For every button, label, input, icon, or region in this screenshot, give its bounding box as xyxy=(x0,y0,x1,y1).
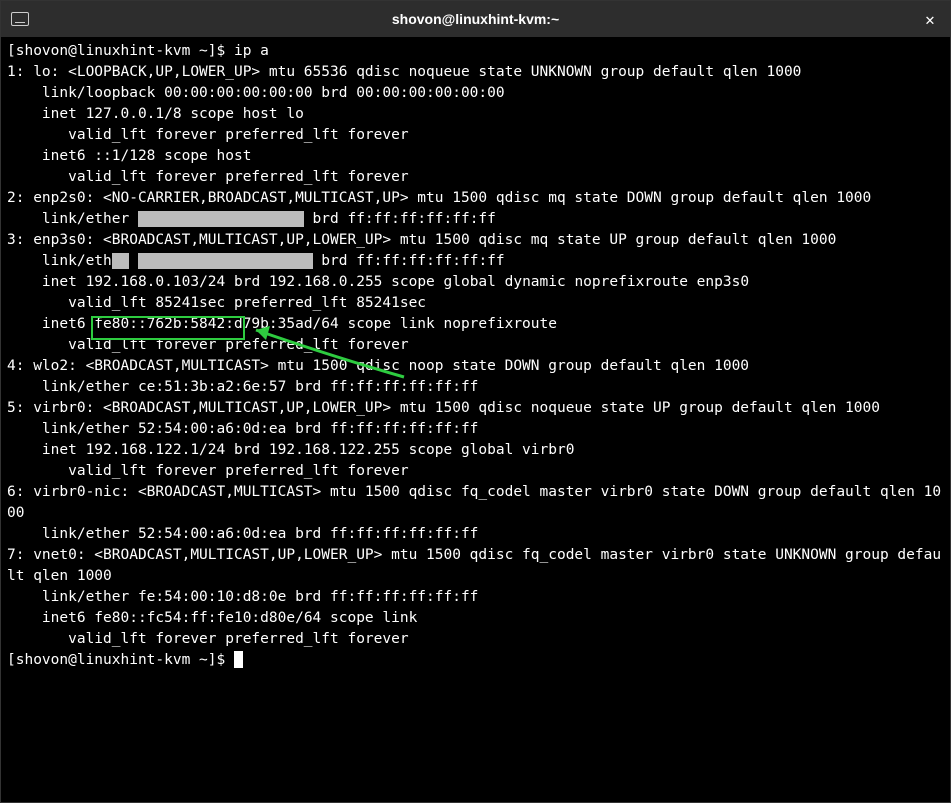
output-line: link/ether ce:51:3b:a2:6e:57 brd ff:ff:f… xyxy=(7,379,478,395)
highlighted-ip: 192.168.0.103/24 xyxy=(86,274,226,290)
window-title: shovon@linuxhint-kvm:~ xyxy=(392,11,559,27)
output-line: valid_lft forever preferred_lft forever xyxy=(7,127,409,143)
output-line: link/ether 52:54:00:a6:0d:ea brd ff:ff:f… xyxy=(7,526,478,542)
output-line: brd ff:ff:ff:ff:ff:ff xyxy=(313,253,505,269)
output-line: link/eth xyxy=(7,253,112,269)
output-line: valid_lft 85241sec preferred_lft 85241se… xyxy=(7,295,426,311)
output-line: brd ff:ff:ff:ff:ff:ff xyxy=(304,211,496,227)
output-line: 3: enp3s0: <BROADCAST,MULTICAST,UP,LOWER… xyxy=(7,232,836,248)
cursor xyxy=(234,651,243,668)
close-button[interactable]: ✕ xyxy=(920,9,940,29)
prompt: [shovon@linuxhint-kvm ~]$ xyxy=(7,43,234,59)
output-line: link/loopback 00:00:00:00:00:00 brd 00:0… xyxy=(7,85,505,101)
output-line: 4: wlo2: <BROADCAST,MULTICAST> mtu 1500 … xyxy=(7,358,749,374)
output-line: valid_lft forever preferred_lft forever xyxy=(7,337,409,353)
output-line: 7: vnet0: <BROADCAST,MULTICAST,UP,LOWER_… xyxy=(7,547,941,584)
output-line: inet xyxy=(7,274,86,290)
prompt: [shovon@linuxhint-kvm ~]$ xyxy=(7,652,234,668)
redacted-mac xyxy=(138,253,313,269)
command: ip a xyxy=(234,43,269,59)
output-line: link/ether fe:54:00:10:d8:0e brd ff:ff:f… xyxy=(7,589,478,605)
output-line: valid_lft forever preferred_lft forever xyxy=(7,463,409,479)
redacted-mac xyxy=(138,211,304,227)
output-line: inet6 ::1/128 scope host xyxy=(7,148,260,164)
redacted-mac xyxy=(112,253,129,269)
output-line: link/ether 52:54:00:a6:0d:ea brd ff:ff:f… xyxy=(7,421,478,437)
output-line: valid_lft forever preferred_lft forever xyxy=(7,169,409,185)
output-line: inet6 fe80::762b:5842:d79b:35ad/64 scope… xyxy=(7,316,566,332)
output-line: 5: virbr0: <BROADCAST,MULTICAST,UP,LOWER… xyxy=(7,400,880,416)
output-line: brd 192.168.0.255 scope global dynamic n… xyxy=(225,274,749,290)
terminal-body[interactable]: [shovon@linuxhint-kvm ~]$ ip a 1: lo: <L… xyxy=(1,37,950,802)
output-line: 1: lo: <LOOPBACK,UP,LOWER_UP> mtu 65536 … xyxy=(7,64,801,80)
output-line: link/ether xyxy=(7,211,138,227)
terminal-icon xyxy=(11,12,29,26)
output-line: 2: enp2s0: <NO-CARRIER,BROADCAST,MULTICA… xyxy=(7,190,871,206)
output-line: inet6 fe80::fc54:ff:fe10:d80e/64 scope l… xyxy=(7,610,426,626)
terminal-window: shovon@linuxhint-kvm:~ ✕ [shovon@linuxhi… xyxy=(0,0,951,803)
output-line: valid_lft forever preferred_lft forever xyxy=(7,631,409,647)
titlebar: shovon@linuxhint-kvm:~ ✕ xyxy=(1,1,950,37)
output-line: inet 192.168.122.1/24 brd 192.168.122.25… xyxy=(7,442,574,458)
output-line: inet 127.0.0.1/8 scope host lo xyxy=(7,106,304,122)
output-line: 6: virbr0-nic: <BROADCAST,MULTICAST> mtu… xyxy=(7,484,941,521)
